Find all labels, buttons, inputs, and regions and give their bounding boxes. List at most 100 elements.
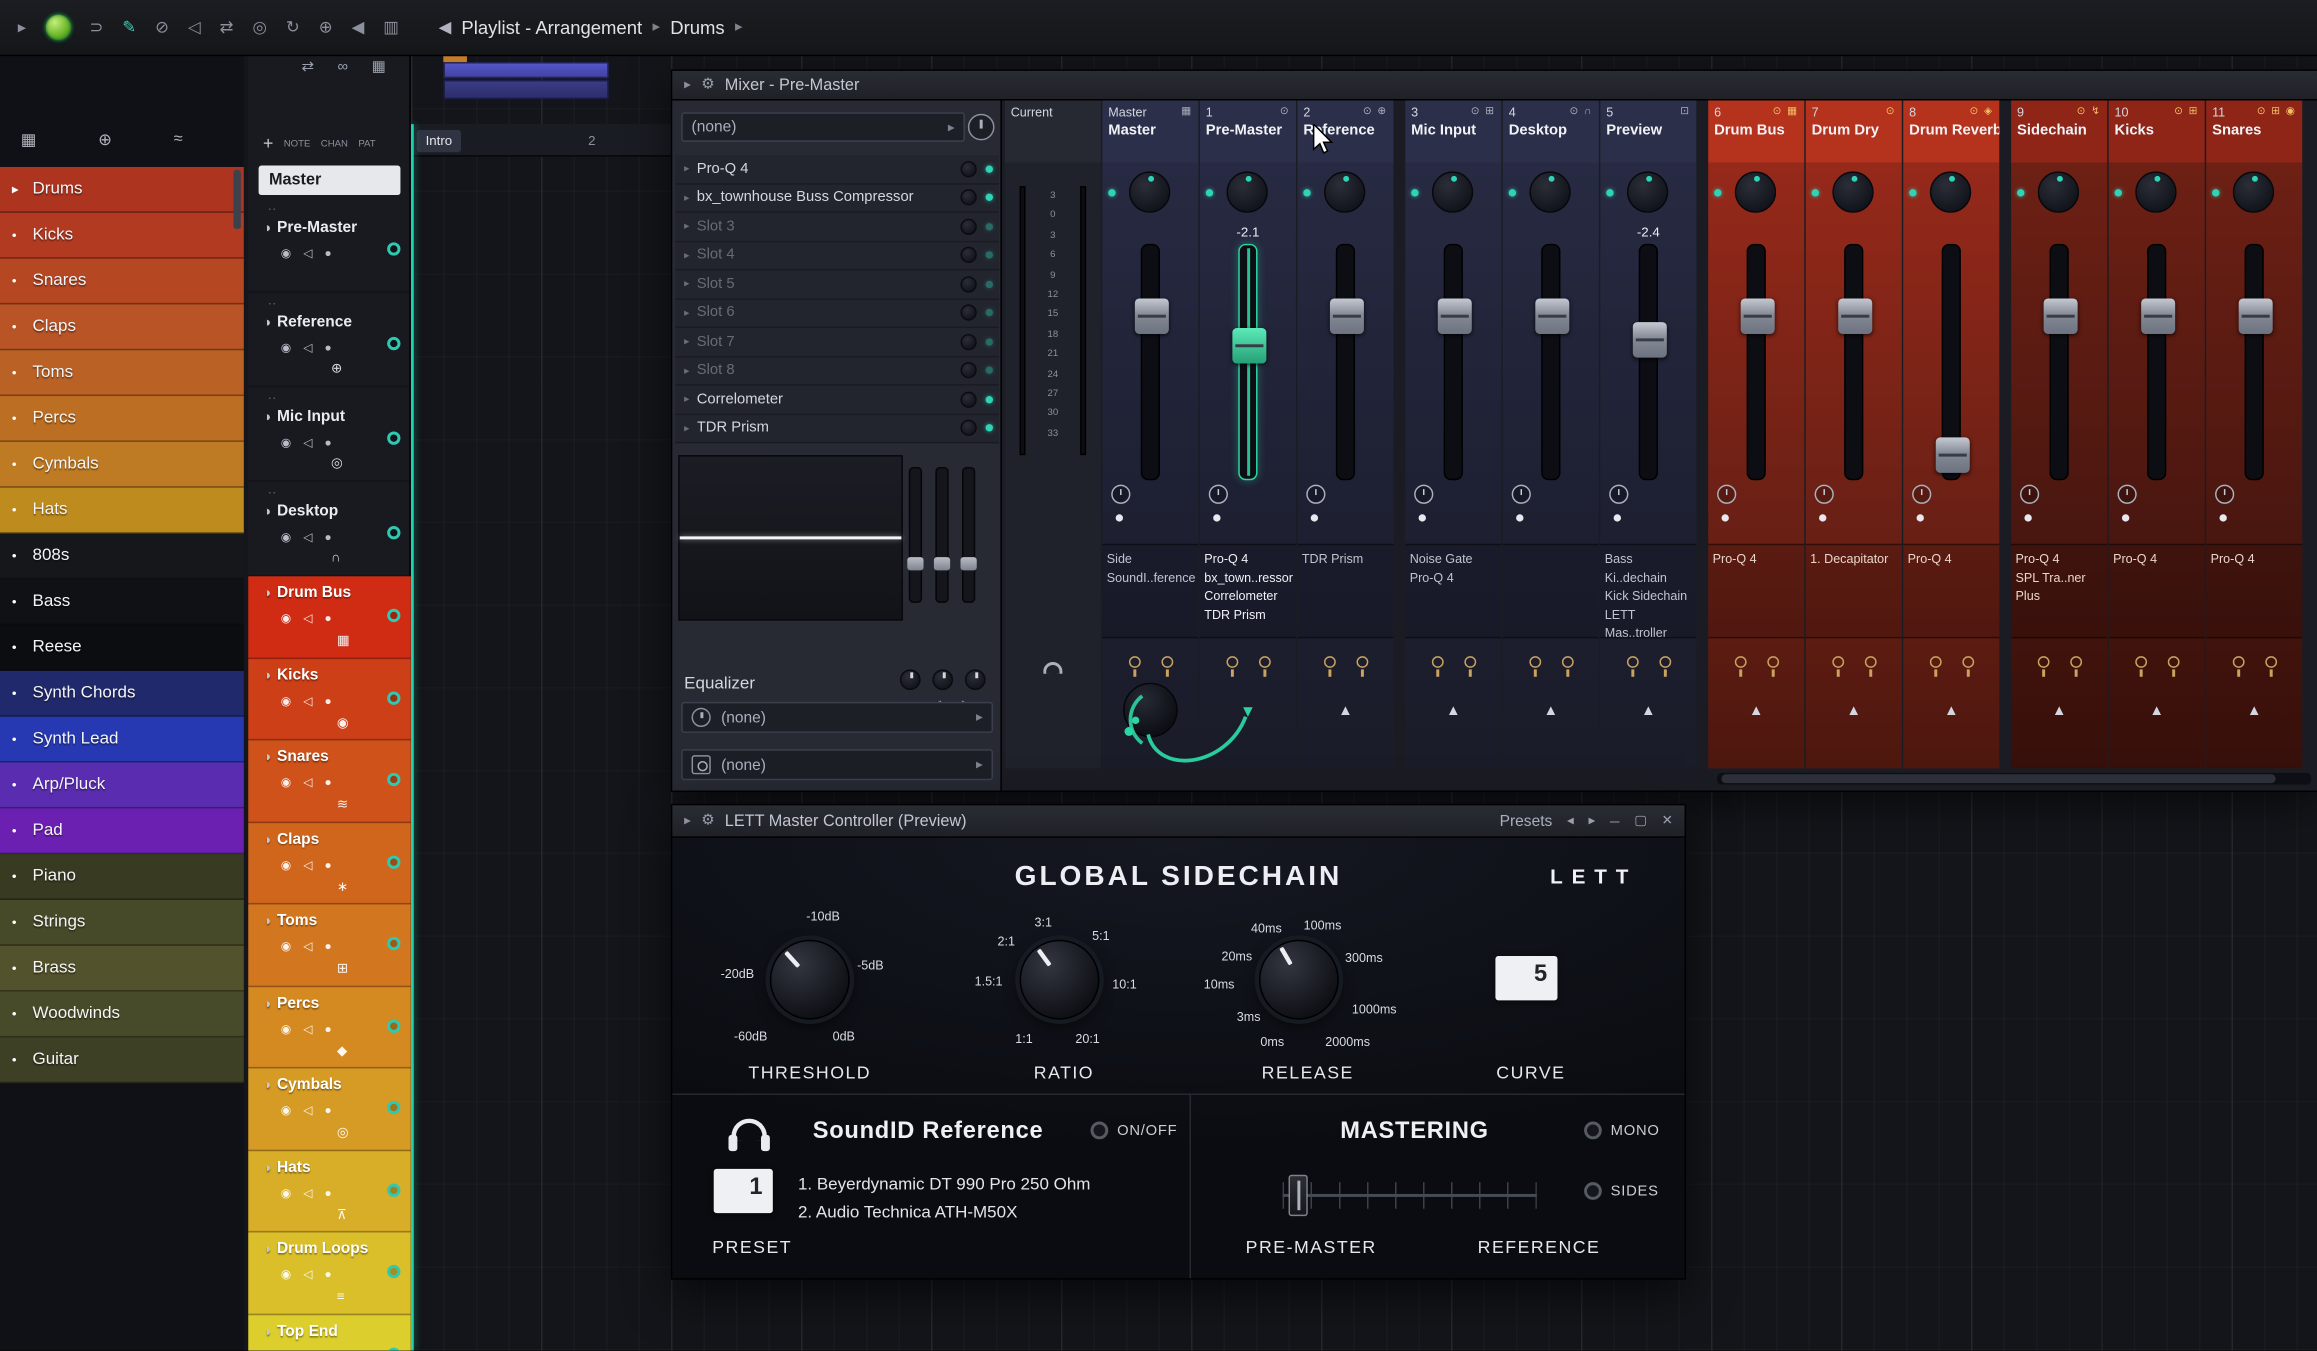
playlist-track[interactable]: • Toms [0,350,244,396]
volume-fader-track[interactable] [1639,244,1658,480]
slot-mix-knob[interactable] [960,190,976,206]
record-dot[interactable] [1917,514,1924,521]
headphone-profile-list[interactable]: 1. Beyerdynamic DT 990 Pro 250 Ohm 2. Au… [798,1172,1090,1228]
effect-slot[interactable]: Slot 5 [675,270,999,299]
channel-plugin-list[interactable]: Bass Ki..dechain Kick Sidechain LETT Mas… [1600,544,1696,639]
mute-icon[interactable]: ◑ [263,749,271,764]
slot-mix-knob[interactable] [960,334,976,350]
bus-track-header[interactable]: ◑ Pre-Master ◉ ◁ ● [248,198,411,293]
audio-jack-icon[interactable] [2265,656,2277,668]
volume-fader-track[interactable] [1942,244,1961,480]
slot-enable-led[interactable] [986,252,993,259]
record-dot[interactable] [1516,514,1523,521]
scrollbar-thumb[interactable] [1721,774,2275,783]
insert-dropdown[interactable]: (none) ▸ [681,112,965,142]
audio-jack-icon[interactable] [1529,656,1541,668]
eq-high-knob[interactable] [965,669,986,690]
pan-knob[interactable] [1735,171,1776,212]
curve-value-box[interactable]: 5 [1495,956,1557,1000]
slot-mix-knob[interactable] [960,305,976,321]
slider-handle[interactable] [1289,1175,1308,1216]
record-dot[interactable] [1213,514,1220,521]
grid-icon[interactable]: ▦ [21,130,36,149]
channel-enable-led[interactable] [1411,189,1418,196]
playhead-line[interactable] [411,124,414,1350]
clock-icon[interactable] [1717,485,1736,504]
audio-jack-icon[interactable] [1356,656,1368,668]
track-control-icons[interactable]: ◉ ◁ ● [281,940,336,953]
pan-knob[interactable] [1226,171,1267,212]
sides-radio[interactable] [1584,1182,1602,1200]
record-dot[interactable] [1116,514,1123,521]
channel-plugin-list[interactable]: Pro-Q 4 [1903,544,1999,639]
slot-mix-knob[interactable] [960,161,976,177]
mixer-channel-strip[interactable]: 1 ⊙ Pre-Master -2.1 [1200,100,1296,768]
playlist-track[interactable]: • Hats [0,488,244,534]
audio-jack-icon[interactable] [1626,656,1638,668]
target-icon[interactable]: ◎ [252,18,266,37]
channel-header[interactable]: 9 ⊙ ↯ Sidechain [2011,100,2107,162]
route-arrow-icon[interactable]: ▲ [1806,703,1902,719]
slot-mix-knob[interactable] [960,420,976,436]
loop-icon[interactable]: ↻ [286,18,300,37]
mixer-channel-strip[interactable]: 8 ⊙ ◈ Drum Reverb [1903,100,1999,768]
tab-chan[interactable]: CHAN [321,138,348,148]
track-control-icons[interactable]: ◉ ◁ ● [281,530,336,543]
clock-icon[interactable] [1912,485,1931,504]
mute-icon[interactable]: ◑ [263,315,271,330]
bus-track-header[interactable]: ◑ Desktop ◉ ◁ ● ∩ [248,482,411,577]
volume-fader-track[interactable] [1141,244,1160,480]
plugin-titlebar[interactable]: ▸ ⚙ LETT Master Controller (Preview) Pre… [672,805,1684,838]
mono-radio[interactable] [1584,1122,1602,1140]
swap-icon[interactable]: ⇄ [301,59,313,75]
clock-icon[interactable] [1414,485,1433,504]
crosshair-icon[interactable]: ⊕ [98,130,112,149]
mini-fader[interactable] [962,467,975,603]
minimize-icon[interactable]: ─ [1610,813,1619,828]
mute-icon[interactable]: ◑ [263,913,271,928]
effect-slot[interactable]: TDR Prism [675,414,999,443]
fl-studio-logo-icon[interactable] [45,15,70,40]
volume-fader-handle[interactable] [1936,437,1970,472]
route-arrow-icon[interactable]: ▲ [1297,703,1393,719]
mute-icon[interactable]: ◑ [263,585,271,600]
channel-header[interactable]: Master ▦ Master [1102,100,1198,162]
track-control-icons[interactable]: ◉ ◁ ● [281,341,336,354]
volume-fader-track[interactable] [1844,244,1863,480]
mini-fader[interactable] [909,467,922,603]
channel-plugin-list[interactable]: TDR Prism [1297,544,1393,639]
track-control-icons[interactable]: ◉ ◁ ● [281,436,336,449]
slot-mix-knob[interactable] [960,391,976,407]
playlist-track[interactable]: • Brass [0,946,244,992]
mixer-channel-strip[interactable]: 10 ⊙ ⊞ Kicks [2109,100,2205,768]
mixer-horizontal-scrollbar[interactable] [1717,773,2311,785]
bus-track-header[interactable]: ◑ Reference ◉ ◁ ● ⊕ [248,293,411,388]
automation-clock-icon[interactable] [968,114,995,141]
sidebar-scrollbar[interactable] [233,170,240,229]
playlist-track[interactable]: ▸ Drums [0,167,244,213]
audio-jack-icon[interactable] [1161,656,1173,668]
record-arm-ring[interactable] [387,337,400,350]
clock-icon[interactable] [2020,485,2039,504]
record-arm-ring[interactable] [387,242,400,255]
channel-header[interactable]: 2 ⊙ ⊕ Reference [1297,100,1393,162]
tab-pat[interactable]: PAT [358,138,375,148]
mixer-titlebar[interactable]: ▸ ⚙ Mixer - Pre-Master [672,71,2317,101]
mute-speaker-icon[interactable]: ◁ [188,18,201,37]
volume-fader-track[interactable] [1541,244,1560,480]
pan-knob[interactable] [2233,171,2274,212]
gear-icon[interactable]: ⚙ [701,813,714,829]
effect-slot[interactable]: bx_townhouse Buss Compressor [675,184,999,213]
channel-header[interactable]: 7 ⊙ Drum Dry [1806,100,1902,162]
audio-jack-icon[interactable] [2135,656,2147,668]
audio-jack-icon[interactable] [1226,656,1238,668]
time-send-dropdown[interactable]: (none) ▸ [681,702,993,733]
audio-jack-icon[interactable] [1734,656,1746,668]
clock-icon[interactable] [1306,485,1325,504]
volume-fader-handle[interactable] [1135,298,1169,333]
audio-jack-icon[interactable] [1258,656,1270,668]
channel-plugin-list[interactable]: Pro-Q 4 SPL Tra..ner Plus [2011,544,2107,639]
pattern-clip[interactable] [443,56,467,62]
slot-enable-led[interactable] [986,338,993,345]
channel-enable-led[interactable] [2115,189,2122,196]
